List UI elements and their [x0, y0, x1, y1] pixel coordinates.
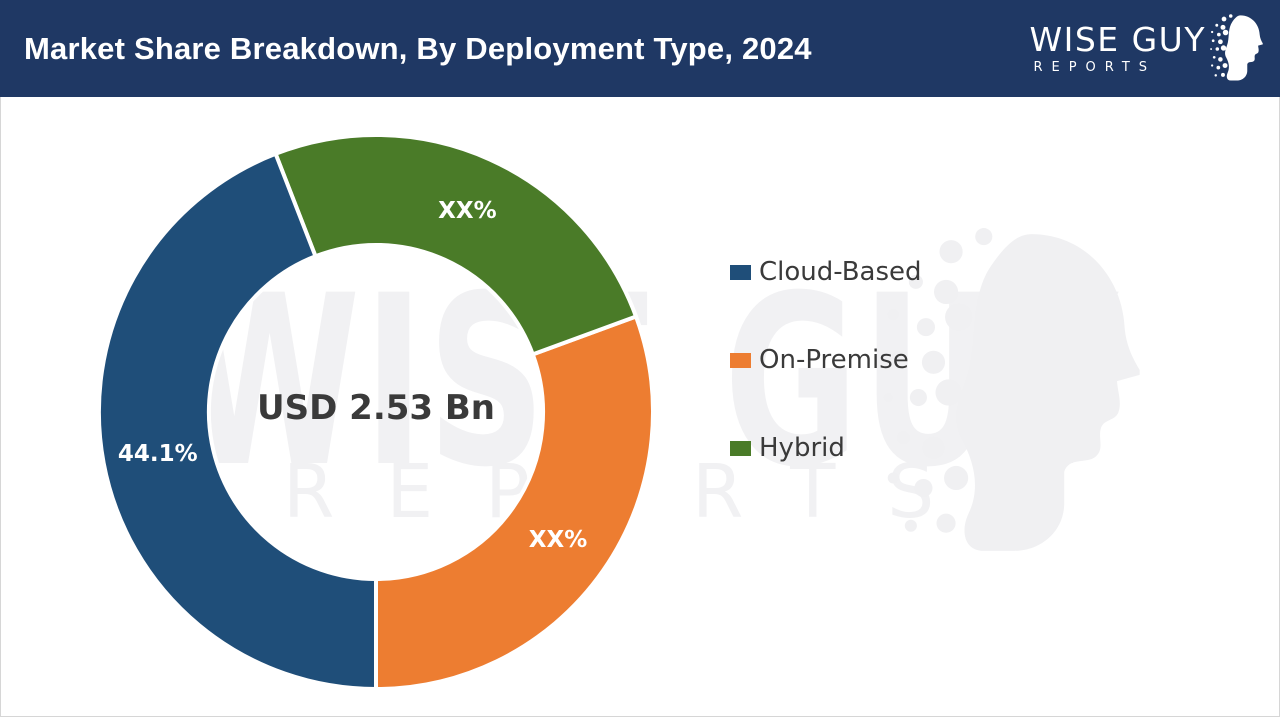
- legend-item-hybrid: Hybrid: [730, 433, 922, 463]
- donut-slice-on-premise: [374, 314, 655, 691]
- legend-swatch-cloud-based: [730, 264, 751, 280]
- slice-label: XX%: [438, 198, 497, 224]
- brand-face-icon: [1208, 12, 1270, 85]
- legend: Cloud-Based On-Premise Hybrid: [730, 257, 922, 463]
- legend-label: On-Premise: [759, 345, 909, 375]
- legend-label: Hybrid: [759, 433, 845, 463]
- brand-logo-text: WISE GUY REPORTS: [1029, 19, 1206, 75]
- page-title: Market Share Breakdown, By Deployment Ty…: [24, 30, 812, 66]
- brand-subtitle: REPORTS: [1033, 59, 1157, 75]
- report-image: Market Share Breakdown, By Deployment Ty…: [0, 0, 1280, 720]
- brand-name: WISE GUY: [1029, 19, 1206, 59]
- slice-label: 44.1%: [118, 441, 198, 467]
- header-bar: Market Share Breakdown, By Deployment Ty…: [0, 0, 1280, 97]
- legend-item-on-premise: On-Premise: [730, 345, 922, 375]
- legend-swatch-hybrid: [730, 440, 751, 456]
- legend-item-cloud-based: Cloud-Based: [730, 257, 922, 287]
- center-value-label: USD 2.53 Bn: [257, 388, 495, 428]
- slice-label: XX%: [529, 527, 588, 553]
- donut-slice-hybrid: [273, 133, 638, 357]
- legend-swatch-on-premise: [730, 352, 751, 368]
- chart-area: WISE GUY REPORTS XX%XX%44.1% USD 2.53 Bn…: [0, 97, 1280, 717]
- legend-label: Cloud-Based: [759, 257, 922, 287]
- brand-logo: WISE GUY REPORTS: [1029, 12, 1270, 85]
